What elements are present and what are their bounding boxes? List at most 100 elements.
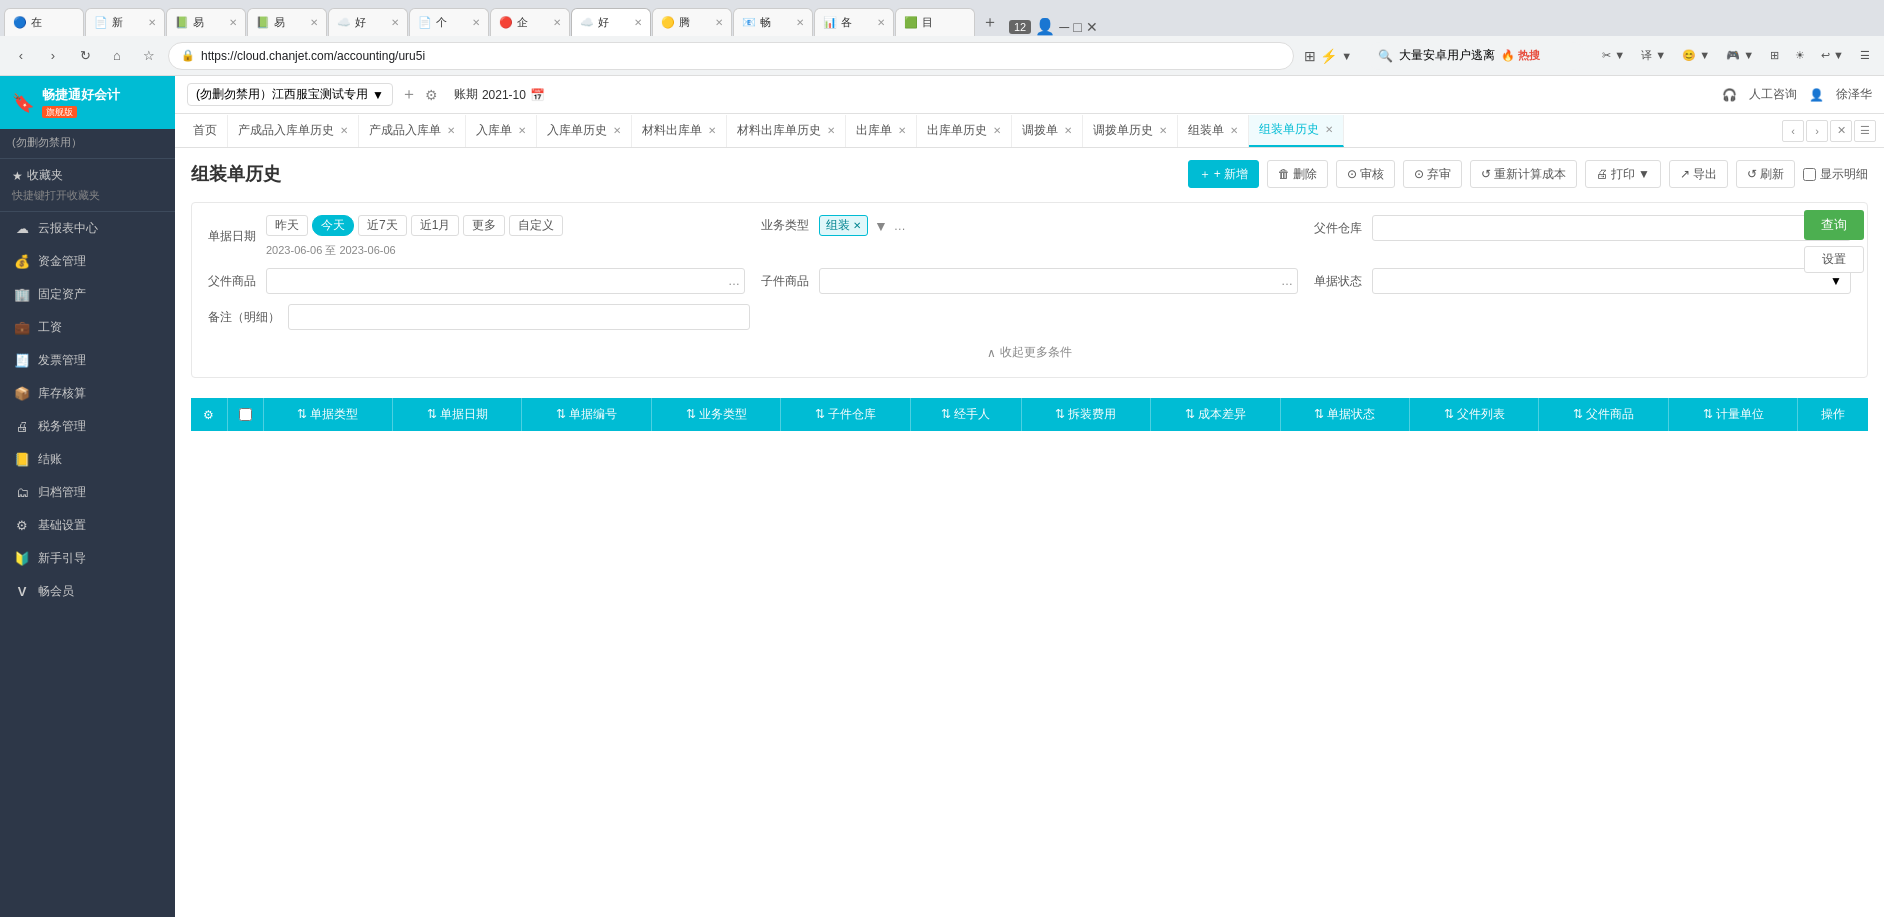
th-business[interactable]: ⇅ 业务类型 [651, 398, 780, 431]
business-tag-close[interactable]: ✕ [853, 220, 861, 231]
maximize-button[interactable]: □ [1073, 19, 1081, 35]
doc-tab-assemble-close[interactable]: ✕ [1230, 125, 1238, 136]
child-goods-more-btn[interactable]: … [1281, 274, 1293, 288]
show-detail-checkbox[interactable] [1803, 168, 1816, 181]
th-fee[interactable]: ⇅ 拆装费用 [1021, 398, 1150, 431]
emoji-icon[interactable]: 😊 ▼ [1676, 47, 1716, 64]
collapse-button[interactable]: ∧ 收起更多条件 [987, 340, 1072, 365]
browser-tab-6[interactable]: 📄 个 ✕ [409, 8, 489, 36]
sidebar-item-settlement[interactable]: 📒 结账 [0, 443, 175, 476]
apps-icon[interactable]: ⊞ [1764, 47, 1785, 64]
sidebar-item-assets[interactable]: 🏢 固定资产 [0, 278, 175, 311]
month-btn[interactable]: 近1月 [411, 215, 460, 236]
sidebar-item-finance[interactable]: 💰 资金管理 [0, 245, 175, 278]
tab-close-9[interactable]: ✕ [715, 17, 723, 28]
doc-tab-pc-in[interactable]: 产成品入库单 ✕ [359, 115, 466, 147]
yesterday-btn[interactable]: 昨天 [266, 215, 308, 236]
sidebar-item-tax[interactable]: 🖨 税务管理 [0, 410, 175, 443]
doc-tab-in-history[interactable]: 入库单历史 ✕ [537, 115, 632, 147]
tab-close-11[interactable]: ✕ [877, 17, 885, 28]
week-btn[interactable]: 近7天 [358, 215, 407, 236]
th-checkbox[interactable] [227, 398, 263, 431]
parent-goods-more-btn[interactable]: … [728, 274, 740, 288]
doc-tab-pc-in-close[interactable]: ✕ [447, 125, 455, 136]
tab-close-4[interactable]: ✕ [310, 17, 318, 28]
doc-tab-mat-out-history[interactable]: 材料出库单历史 ✕ [727, 115, 846, 147]
sidebar-item-archive[interactable]: 🗂 归档管理 [0, 476, 175, 509]
query-button[interactable]: 查询 [1804, 210, 1864, 240]
new-tab-button[interactable]: ＋ [976, 8, 1004, 36]
settings-company-button[interactable]: ⚙ [425, 87, 438, 103]
browser-tab-12[interactable]: 🟩 目 [895, 8, 975, 36]
column-settings-icon[interactable]: ⚙ [203, 408, 214, 422]
print-button[interactable]: 🖨 打印 ▼ [1585, 160, 1661, 188]
browser-tab-4[interactable]: 📗 易 ✕ [247, 8, 327, 36]
th-handler[interactable]: ⇅ 经手人 [910, 398, 1021, 431]
profile-icon[interactable]: 👤 [1035, 17, 1055, 36]
th-unit[interactable]: ⇅ 计量单位 [1668, 398, 1797, 431]
th-parent-goods[interactable]: ⇅ 父件商品 [1539, 398, 1668, 431]
doc-tab-pc-history-close[interactable]: ✕ [340, 125, 348, 136]
business-more-btn[interactable]: … [894, 219, 906, 233]
sidebar-item-inventory[interactable]: 📦 库存核算 [0, 377, 175, 410]
audit-button[interactable]: ⊙ 审核 [1336, 160, 1395, 188]
warehouse-input[interactable] [1377, 221, 1834, 235]
doc-tab-out-history-close[interactable]: ✕ [993, 125, 1001, 136]
th-child-warehouse[interactable]: ⇅ 子件仓库 [781, 398, 910, 431]
reload-button[interactable]: ↻ [72, 43, 98, 69]
address-bar[interactable]: 🔒 https://cloud.chanjet.com/accounting/u… [168, 42, 1294, 70]
tab-close-10[interactable]: ✕ [796, 17, 804, 28]
th-number[interactable]: ⇅ 单据编号 [522, 398, 651, 431]
tabs-prev-button[interactable]: ‹ [1782, 120, 1804, 142]
sidebar-item-guide[interactable]: 🔰 新手引导 [0, 542, 175, 575]
game-icon[interactable]: 🎮 ▼ [1720, 47, 1760, 64]
doc-tab-transfer-history[interactable]: 调拨单历史 ✕ [1083, 115, 1178, 147]
browser-tab-8[interactable]: ☁️ 好 ✕ [571, 8, 651, 36]
doc-tab-out[interactable]: 出库单 ✕ [846, 115, 917, 147]
custom-btn[interactable]: 自定义 [509, 215, 563, 236]
doc-tab-assemble-history-close[interactable]: ✕ [1325, 124, 1333, 135]
show-detail-checkbox-wrap[interactable]: 显示明细 [1803, 166, 1868, 183]
doc-tab-mat-out-close[interactable]: ✕ [708, 125, 716, 136]
recalculate-button[interactable]: ↺ 重新计算成本 [1470, 160, 1577, 188]
tab-close-6[interactable]: ✕ [472, 17, 480, 28]
tab-close-3[interactable]: ✕ [229, 17, 237, 28]
undo-icon[interactable]: ↩ ▼ [1815, 47, 1850, 64]
scissors-icon[interactable]: ✂ ▼ [1596, 47, 1631, 64]
tab-close-8[interactable]: ✕ [634, 17, 642, 28]
browser-tab-7[interactable]: 🔴 企 ✕ [490, 8, 570, 36]
home-button[interactable]: ⌂ [104, 43, 130, 69]
doc-tab-pc-history[interactable]: 产成品入库单历史 ✕ [228, 115, 359, 147]
doc-tab-out-history[interactable]: 出库单历史 ✕ [917, 115, 1012, 147]
bookmark-button[interactable]: ☆ [136, 43, 162, 69]
browser-tab-1[interactable]: 🔵 在 [4, 8, 84, 36]
export-button[interactable]: ↗ 导出 [1669, 160, 1728, 188]
sidebar-item-reports[interactable]: ☁ 云报表中心 [0, 212, 175, 245]
select-all-checkbox[interactable] [239, 408, 252, 421]
doc-tab-in-close[interactable]: ✕ [518, 125, 526, 136]
status-dropdown[interactable]: ▼ [1372, 268, 1851, 294]
search-area[interactable]: 🔍 大量安卓用户逃离 🔥 热搜 [1366, 42, 1586, 70]
tab-close-7[interactable]: ✕ [553, 17, 561, 28]
query-settings-button[interactable]: 设置 [1804, 246, 1864, 273]
doc-tab-assemble[interactable]: 组装单 ✕ [1178, 115, 1249, 147]
grid-icon[interactable]: ⊞ [1304, 48, 1316, 64]
abandon-button[interactable]: ⊙ 弃审 [1403, 160, 1462, 188]
close-window-button[interactable]: ✕ [1086, 19, 1098, 35]
calendar-icon[interactable]: 📅 [530, 88, 545, 102]
business-dropdown-icon[interactable]: ▼ [874, 218, 888, 234]
company-selector[interactable]: (勿删勿禁用）江西服宝测试专用 ▼ [187, 83, 393, 106]
browser-tab-3[interactable]: 📗 易 ✕ [166, 8, 246, 36]
tabs-next-button[interactable]: › [1806, 120, 1828, 142]
child-goods-input[interactable] [824, 274, 1281, 288]
doc-tab-mat-out[interactable]: 材料出库单 ✕ [632, 115, 727, 147]
th-cost-diff[interactable]: ⇅ 成本差异 [1151, 398, 1280, 431]
th-type[interactable]: ⇅ 单据类型 [263, 398, 392, 431]
delete-button[interactable]: 🗑 删除 [1267, 160, 1328, 188]
doc-tab-out-close[interactable]: ✕ [898, 125, 906, 136]
sidebar-item-payroll[interactable]: 💼 工资 [0, 311, 175, 344]
dropdown-icon[interactable]: ▼ [1341, 50, 1352, 62]
add-company-button[interactable]: ＋ [401, 84, 417, 105]
refresh-button[interactable]: ↺ 刷新 [1736, 160, 1795, 188]
tabs-menu-button[interactable]: ☰ [1854, 120, 1876, 142]
